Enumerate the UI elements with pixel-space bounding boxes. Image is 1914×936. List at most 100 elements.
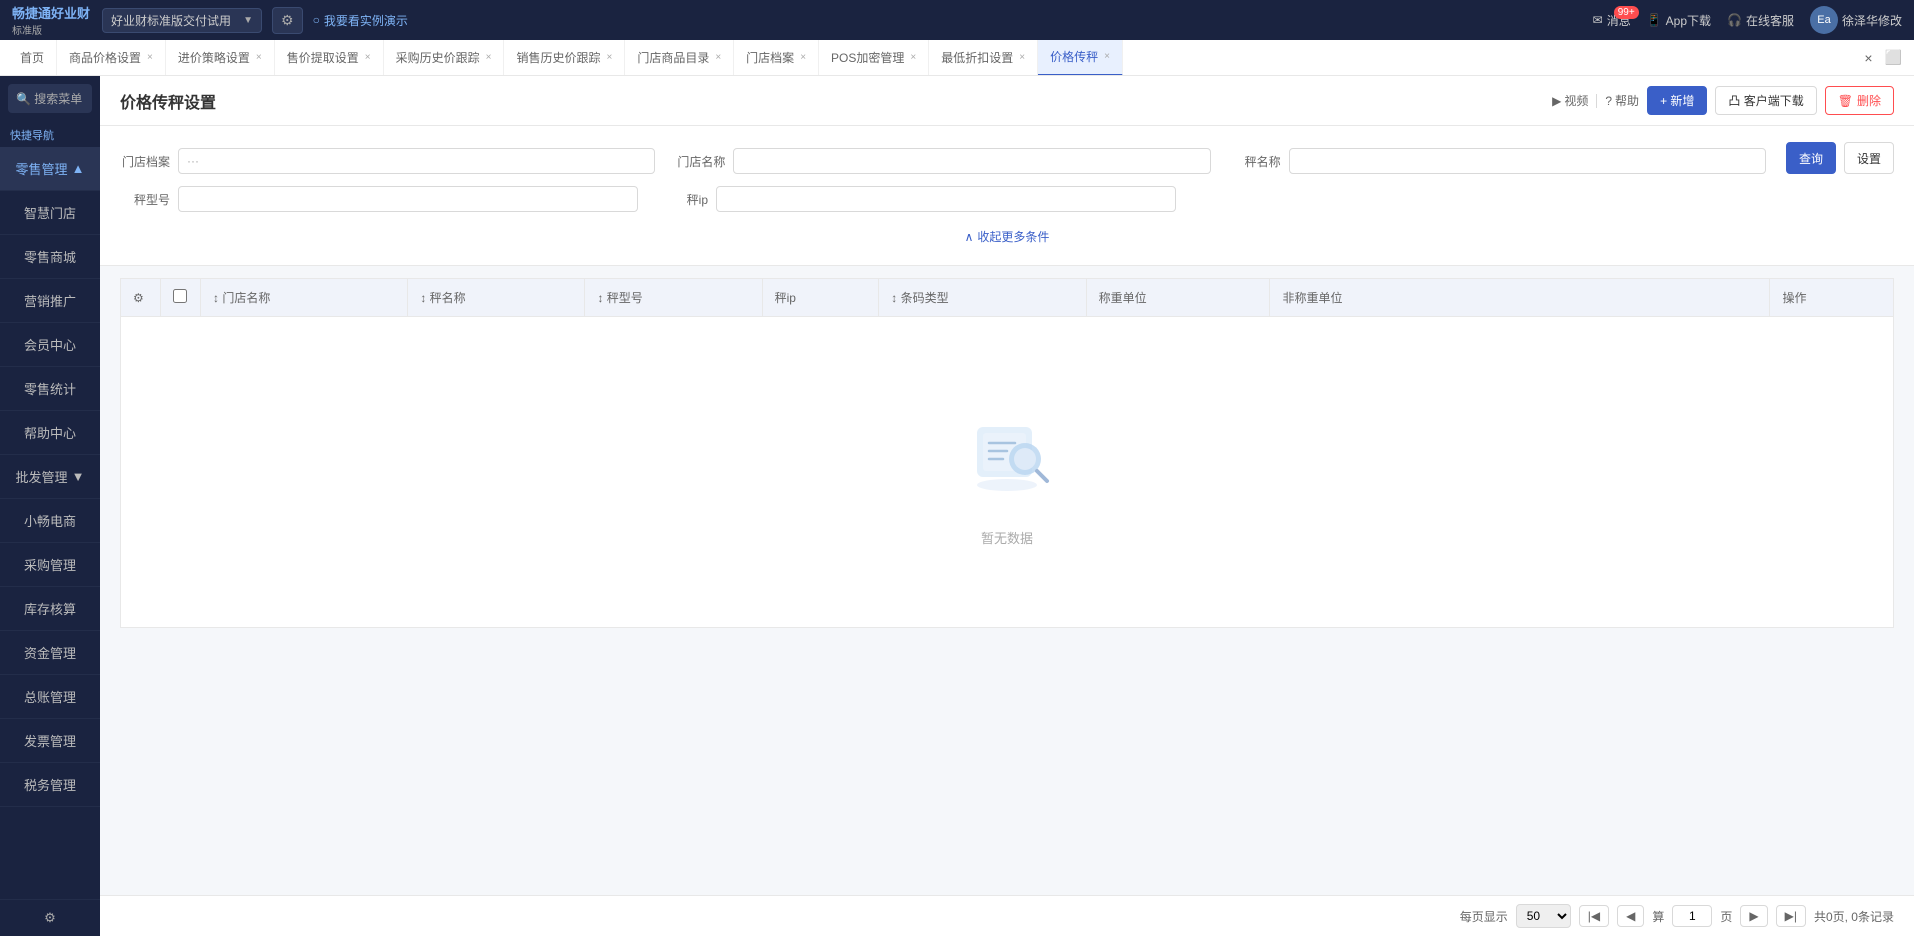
sidebar-item-ledger-management[interactable]: 总账管理 bbox=[0, 675, 100, 719]
sidebar-item-label: 税务管理 bbox=[24, 775, 76, 794]
download-client-button[interactable]: 凸 客户端下载 bbox=[1715, 86, 1816, 115]
tab-store-catalog[interactable]: 门店商品目录 × bbox=[625, 40, 734, 76]
close-icon[interactable]: × bbox=[1019, 52, 1025, 63]
close-icon[interactable]: × bbox=[147, 52, 153, 63]
tab-purchase-history[interactable]: 采购历史价跟踪 × bbox=[384, 40, 505, 76]
th-checkbox[interactable] bbox=[161, 279, 201, 317]
sidebar-item-fund-management[interactable]: 资金管理 bbox=[0, 631, 100, 675]
table-header-row: ⚙ ↕ 门店名称 ↕ 秤名称 ↕ 秤型号 bbox=[121, 279, 1894, 317]
expand-tab-button[interactable]: ⬜ bbox=[1881, 45, 1906, 70]
sidebar-item-tax-management[interactable]: 税务管理 bbox=[0, 763, 100, 807]
sidebar-item-label: 资金管理 bbox=[24, 643, 76, 662]
sidebar: 🔍 搜索菜单 快捷导航 零售管理 ▲ 智慧门店 零售商城 营销推广 会员中心 零… bbox=[0, 76, 100, 936]
help-link[interactable]: ? 帮助 bbox=[1605, 92, 1639, 109]
demo-link[interactable]: ○ 我要看实例演示 bbox=[313, 12, 408, 29]
sidebar-item-label: 库存核算 bbox=[24, 599, 76, 618]
sidebar-item-invoice-management[interactable]: 发票管理 bbox=[0, 719, 100, 763]
tab-sale-price[interactable]: 售价提取设置 × bbox=[275, 40, 384, 76]
scale-name-input[interactable] bbox=[1289, 148, 1766, 174]
version-settings-button[interactable]: ⚙ bbox=[272, 7, 303, 34]
sidebar-item-retail-management[interactable]: 零售管理 ▲ bbox=[0, 147, 100, 191]
close-icon[interactable]: × bbox=[1104, 51, 1110, 62]
sidebar-item-retail-stats[interactable]: 零售统计 bbox=[0, 367, 100, 411]
th-operation-label: 操作 bbox=[1782, 291, 1806, 305]
app-download-btn[interactable]: 📱 App下载 bbox=[1647, 12, 1711, 29]
last-page-button[interactable]: ▶| bbox=[1776, 905, 1806, 927]
sidebar-item-wholesale-management[interactable]: 批发管理 ▼ bbox=[0, 455, 100, 499]
sidebar-item-xiao-chang-ecommerce[interactable]: 小畅电商 bbox=[0, 499, 100, 543]
store-name-input[interactable] bbox=[733, 148, 1210, 174]
tab-min-discount[interactable]: 最低折扣设置 × bbox=[929, 40, 1038, 76]
headset-icon: 🎧 bbox=[1727, 13, 1742, 27]
th-weight-unit: 称重单位 bbox=[1086, 279, 1270, 317]
close-tab-button[interactable]: × bbox=[1860, 46, 1876, 70]
close-icon[interactable]: × bbox=[910, 52, 916, 63]
tab-price-setting[interactable]: 商品价格设置 × bbox=[57, 40, 166, 76]
close-icon[interactable]: × bbox=[800, 52, 806, 63]
store-archive-selector[interactable]: ··· bbox=[178, 148, 655, 174]
avatar-initials: Ea bbox=[1817, 14, 1830, 26]
sidebar-item-label: 帮助中心 bbox=[24, 423, 76, 442]
sidebar-item-help-center[interactable]: 帮助中心 bbox=[0, 411, 100, 455]
data-table: ⚙ ↕ 门店名称 ↕ 秤名称 ↕ 秤型号 bbox=[120, 278, 1894, 628]
arrow-up-icon: ▲ bbox=[72, 161, 85, 176]
th-non-weight-unit-label: 非称重单位 bbox=[1282, 291, 1342, 305]
sidebar-item-label: 总账管理 bbox=[24, 687, 76, 706]
th-store-name: ↕ 门店名称 bbox=[201, 279, 408, 317]
set-button[interactable]: 设置 bbox=[1844, 142, 1894, 174]
tab-sales-history[interactable]: 销售历史价跟踪 × bbox=[504, 40, 625, 76]
th-settings[interactable]: ⚙ bbox=[121, 279, 161, 317]
tab-pos-management[interactable]: POS加密管理 × bbox=[819, 40, 929, 76]
sidebar-quick-nav[interactable]: 快捷导航 bbox=[0, 121, 100, 147]
filter-store-name: 门店名称 bbox=[675, 148, 1210, 174]
filter-action-buttons: 查询 设置 bbox=[1786, 142, 1894, 174]
online-service-btn[interactable]: 🎧 在线客服 bbox=[1727, 12, 1794, 29]
messages-btn[interactable]: ✉ 消息 99+ bbox=[1593, 12, 1631, 29]
sidebar-item-purchase-management[interactable]: 采购管理 bbox=[0, 543, 100, 587]
tab-store-archive[interactable]: 门店档案 × bbox=[734, 40, 819, 76]
query-button[interactable]: 查询 bbox=[1786, 142, 1836, 174]
first-page-button[interactable]: |◀ bbox=[1579, 905, 1609, 927]
tab-price-transfer-label: 价格传秤 bbox=[1050, 48, 1098, 65]
app-download-label: App下载 bbox=[1666, 12, 1711, 29]
scale-model-label: 秤型号 bbox=[120, 191, 170, 208]
video-link[interactable]: ▶ 视频 bbox=[1552, 92, 1588, 109]
th-barcode-type-label: ↕ 条码类型 bbox=[891, 291, 948, 305]
add-button[interactable]: + 新增 bbox=[1647, 86, 1707, 115]
tab-price-setting-label: 商品价格设置 bbox=[69, 49, 141, 66]
page-number-input[interactable] bbox=[1672, 905, 1712, 927]
version-selector[interactable]: 好业财标准版交付试用 ▼ bbox=[102, 8, 262, 33]
sidebar-settings-btn[interactable]: ⚙ bbox=[0, 899, 100, 936]
sidebar-item-member-center[interactable]: 会员中心 bbox=[0, 323, 100, 367]
sidebar-item-inventory-accounting[interactable]: 库存核算 bbox=[0, 587, 100, 631]
tab-purchase-strategy-label: 进价策略设置 bbox=[178, 49, 250, 66]
page-header: 价格传秤设置 ▶ 视频 ? 帮助 + 新增 凸 客户端下载 🗑 删除 bbox=[100, 76, 1914, 126]
trash-icon: 🗑 bbox=[1838, 94, 1853, 108]
tab-price-transfer[interactable]: 价格传秤 × bbox=[1038, 40, 1123, 76]
page-size-select[interactable]: 50 10 20 100 bbox=[1516, 904, 1571, 928]
tab-purchase-strategy[interactable]: 进价策略设置 × bbox=[166, 40, 275, 76]
tab-home[interactable]: 首页 bbox=[8, 40, 57, 76]
prev-page-button[interactable]: ◀ bbox=[1617, 905, 1644, 927]
sidebar-item-label: 零售管理 bbox=[16, 159, 68, 178]
next-page-button[interactable]: ▶ bbox=[1740, 905, 1767, 927]
tab-store-catalog-label: 门店商品目录 bbox=[637, 49, 709, 66]
close-icon[interactable]: × bbox=[486, 52, 492, 63]
sidebar-item-retail-mall[interactable]: 零售商城 bbox=[0, 235, 100, 279]
scale-ip-input[interactable] bbox=[716, 186, 1176, 212]
sidebar-item-marketing[interactable]: 营销推广 bbox=[0, 279, 100, 323]
user-menu-btn[interactable]: Ea 徐泽华修改 bbox=[1810, 6, 1902, 34]
select-all-checkbox[interactable] bbox=[173, 289, 187, 303]
sidebar-item-smart-store[interactable]: 智慧门店 bbox=[0, 191, 100, 235]
collapse-button[interactable]: ∧ 收起更多条件 bbox=[965, 224, 1050, 249]
close-icon[interactable]: × bbox=[715, 52, 721, 63]
close-icon[interactable]: × bbox=[606, 52, 612, 63]
close-icon[interactable]: × bbox=[365, 52, 371, 63]
delete-button[interactable]: 🗑 删除 bbox=[1825, 86, 1894, 115]
scale-model-input[interactable] bbox=[178, 186, 638, 212]
search-menu-button[interactable]: 🔍 搜索菜单 bbox=[8, 84, 92, 113]
tab-store-archive-label: 门店档案 bbox=[746, 49, 794, 66]
video-label: 视频 bbox=[1564, 92, 1588, 109]
close-icon[interactable]: × bbox=[256, 52, 262, 63]
empty-text: 暂无数据 bbox=[981, 528, 1033, 547]
